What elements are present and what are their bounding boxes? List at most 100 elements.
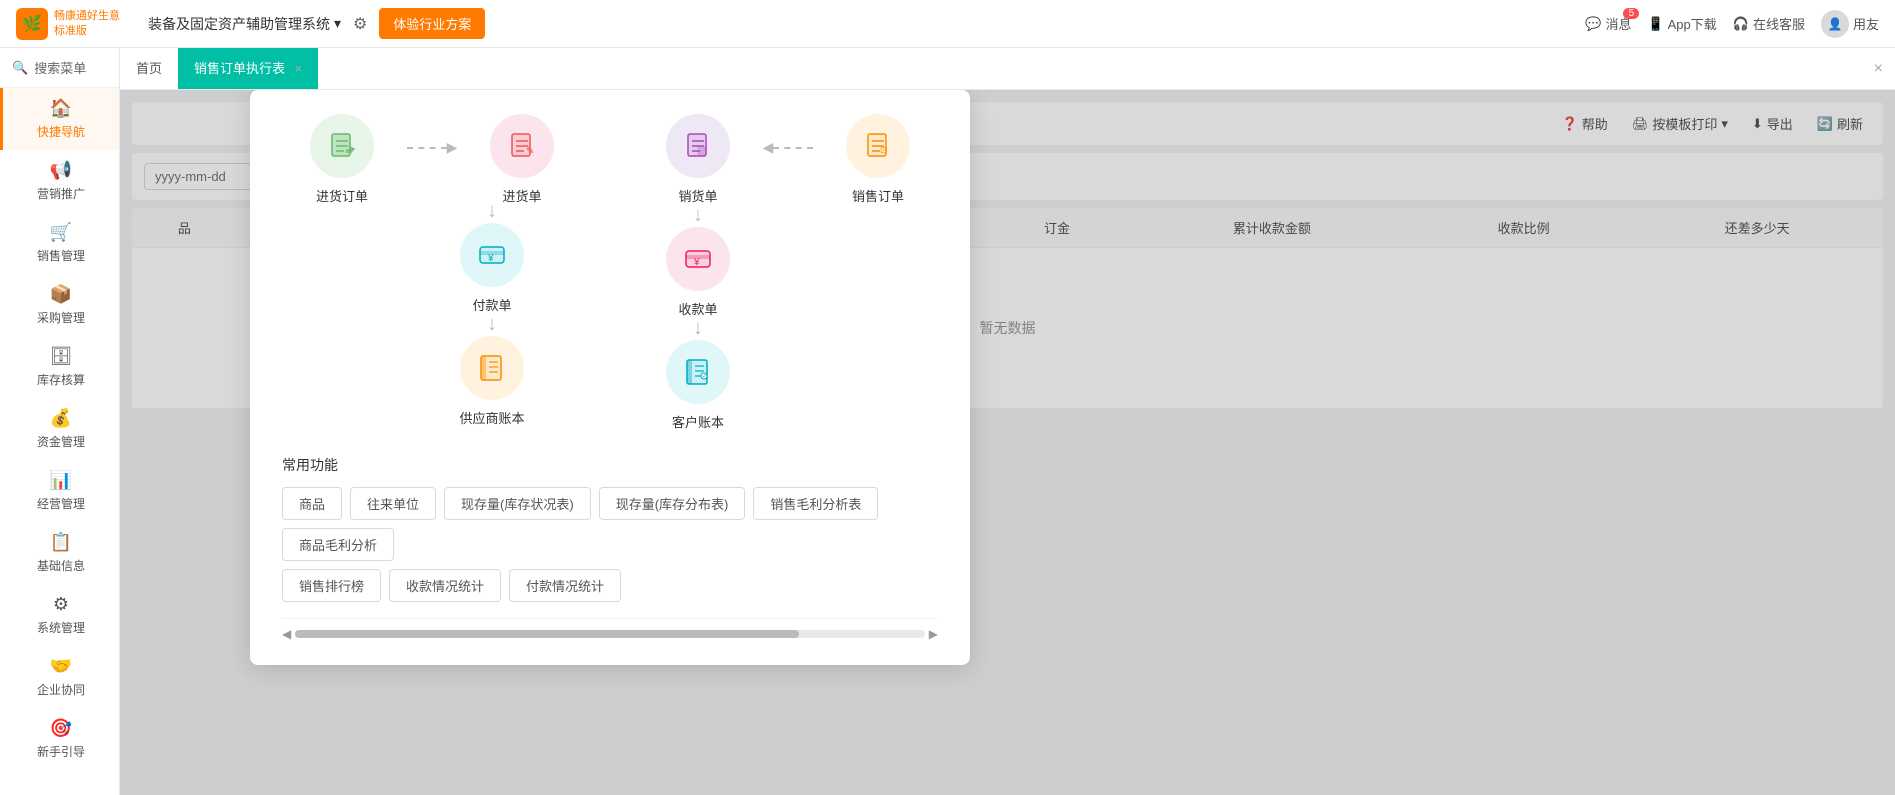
scroll-left-arrow[interactable]: ◀ [282, 627, 291, 641]
marketing-icon: 📢 [50, 160, 72, 181]
topbar: 🌿 畅康通好生意 标准版 装备及固定资产辅助管理系统 ▾ ⚙ 体验行业方案 💬 … [0, 0, 1895, 48]
purchase-order-label: 进货订单 [316, 186, 368, 205]
scroll-thumb [295, 630, 799, 638]
svg-text:¥: ¥ [487, 253, 494, 264]
flow-item-receipt[interactable]: ¥ 收款单 [638, 227, 758, 318]
quick-nav-icon: 🏠 [50, 98, 72, 119]
sales-bill-icon [666, 114, 730, 178]
sidebar-item-inventory[interactable]: 🗄 库存核算 [0, 336, 119, 398]
enterprise-icon: 🤝 [50, 656, 72, 677]
user-action[interactable]: 👤 用友 [1821, 10, 1879, 38]
sidebar-search[interactable]: 🔍 搜索菜单 [0, 48, 119, 88]
flow-item-payment[interactable]: ¥ 付款单 [432, 223, 552, 314]
tab-close-icon[interactable]: × [295, 61, 303, 76]
purchase-order-icon [310, 114, 374, 178]
sidebar: 🔍 搜索菜单 🏠 快捷导航 📢 营销推广 🛒 销售管理 📦 采购管理 🗄 库存核… [0, 48, 120, 795]
payment-icon: ¥ [460, 223, 524, 287]
btn-product[interactable]: 商品 [282, 487, 342, 520]
logo: 🌿 畅康通好生意 标准版 [16, 8, 136, 40]
sidebar-item-new-guide[interactable]: 🎯 新手引导 [0, 708, 119, 770]
arrow-left-icon: ◀ [763, 139, 774, 156]
logo-icon: 🌿 [16, 8, 48, 40]
arrow-sales-bill-to-order: ◀ [758, 139, 818, 180]
logo-text: 畅康通好生意 标准版 [54, 9, 120, 38]
common-functions-section: 常用功能 商品 往来单位 现存量(库存状况表) 现存量(库存分布表) 销售毛利分… [282, 455, 938, 602]
arrow-purchase-order-to-bill: ▶ [402, 139, 462, 180]
avatar: 👤 [1821, 10, 1849, 38]
svg-text:¥: ¥ [693, 257, 700, 268]
sidebar-item-basic-info[interactable]: 📋 基础信息 [0, 522, 119, 584]
flow-item-supplier-ledger[interactable]: 供应商账本 [432, 336, 552, 427]
down-arrow-purchase: ↓ [487, 201, 497, 221]
scroll-track[interactable] [295, 630, 925, 638]
topbar-actions: 💬 消息 5 📱 App下载 🎧 在线客服 👤 用友 [1585, 10, 1879, 38]
down-arrow-payment: ↓ [487, 314, 497, 334]
flow-item-purchase-bill[interactable]: ✎ 进货单 [462, 114, 582, 205]
tab-sales-order[interactable]: 销售订单执行表 × [178, 48, 318, 89]
btn-product-margin[interactable]: 商品毛利分析 [282, 528, 394, 561]
btn-payment-stats[interactable]: 付款情况统计 [509, 569, 621, 602]
btn-receipt-stats[interactable]: 收款情况统计 [389, 569, 501, 602]
online-service-action[interactable]: 🎧 在线客服 [1733, 14, 1805, 33]
btn-sales-ranking[interactable]: 销售排行榜 [282, 569, 381, 602]
sales-bill-label: 销货单 [678, 186, 717, 205]
common-buttons-row: 商品 往来单位 现存量(库存状况表) 现存量(库存分布表) 销售毛利分析表 商品… [282, 487, 938, 561]
message-action[interactable]: 💬 消息 5 [1585, 14, 1631, 33]
tab-home[interactable]: 首页 [120, 48, 178, 89]
quick-nav-modal: 进货订单 ▶ [250, 90, 970, 665]
sidebar-item-enterprise[interactable]: 🤝 企业协同 [0, 646, 119, 708]
receipt-label: 收款单 [678, 299, 717, 318]
chevron-down-icon: ▾ [334, 15, 341, 32]
sidebar-item-quick-nav[interactable]: 🏠 快捷导航 [0, 88, 119, 150]
btn-inventory-dist[interactable]: 现存量(库存分布表) [599, 487, 746, 520]
new-guide-icon: 🎯 [50, 718, 72, 739]
flow-item-sales-bill[interactable]: 销货单 [638, 114, 758, 205]
btn-sales-margin[interactable]: 销售毛利分析表 [753, 487, 878, 520]
flow-item-purchase-order[interactable]: 进货订单 [282, 114, 402, 205]
sidebar-item-purchase[interactable]: 📦 采购管理 [0, 274, 119, 336]
message-badge: 5 [1623, 8, 1639, 19]
close-all-tabs-button[interactable]: × [1862, 60, 1895, 78]
basic-info-icon: 📋 [50, 532, 72, 553]
purchase-bill-icon: ✎ [490, 114, 554, 178]
sidebar-item-system[interactable]: ⚙ 系统管理 [0, 584, 119, 646]
app-download-action[interactable]: 📱 App下载 [1647, 14, 1716, 33]
sales-order-icon: ⊡ [846, 114, 910, 178]
svg-text:✎: ✎ [526, 146, 534, 157]
sidebar-item-operation[interactable]: 📊 经营管理 [0, 460, 119, 522]
settings-icon-button[interactable]: ⚙ [353, 14, 367, 34]
main-area: 首页 销售订单执行表 × × ❓ 帮助 🖨 按模板打 [120, 48, 1895, 795]
modal-scrollbar: ◀ ▶ [282, 618, 938, 641]
flow-item-customer-ledger[interactable]: ✓ 客户账本 [638, 340, 758, 431]
headset-icon: 🎧 [1733, 16, 1749, 32]
svg-text:✓: ✓ [702, 374, 707, 380]
sales-order-label: 销售订单 [852, 186, 904, 205]
flow-item-sales-order[interactable]: ⊡ 销售订单 [818, 114, 938, 205]
payment-label: 付款单 [472, 295, 511, 314]
experience-button[interactable]: 体验行业方案 [379, 8, 485, 39]
sidebar-item-sales[interactable]: 🛒 销售管理 [0, 212, 119, 274]
common-buttons-row2: 销售排行榜 收款情况统计 付款情况统计 [282, 569, 938, 602]
down-arrow-sales: ↓ [693, 205, 703, 225]
search-icon: 🔍 [12, 60, 28, 76]
scroll-right-arrow[interactable]: ▶ [929, 627, 938, 641]
inventory-icon: 🗄 [50, 346, 73, 367]
sidebar-item-finance[interactable]: 💰 资金管理 [0, 398, 119, 460]
sidebar-item-marketing[interactable]: 📢 营销推广 [0, 150, 119, 212]
customer-ledger-icon: ✓ [666, 340, 730, 404]
system-title-dropdown[interactable]: 装备及固定资产辅助管理系统 ▾ [148, 14, 341, 34]
phone-icon: 📱 [1647, 16, 1663, 32]
supplier-ledger-icon [460, 336, 524, 400]
down-arrow-receipt: ↓ [693, 318, 703, 338]
supplier-ledger-label: 供应商账本 [459, 408, 524, 427]
flow-diagram: 进货订单 ▶ [282, 114, 938, 431]
tabbar: 首页 销售订单执行表 × × [120, 48, 1895, 90]
message-icon: 💬 [1585, 16, 1601, 32]
btn-inventory-status[interactable]: 现存量(库存状况表) [444, 487, 591, 520]
btn-counterpart[interactable]: 往来单位 [350, 487, 436, 520]
page-content: ❓ 帮助 🖨 按模板打印 ▾ ⬇ 导出 🔄 刷新 [120, 90, 1895, 795]
common-functions-title: 常用功能 [282, 455, 938, 475]
arrow-right-icon: ▶ [447, 139, 458, 156]
layout: 🔍 搜索菜单 🏠 快捷导航 📢 营销推广 🛒 销售管理 📦 采购管理 🗄 库存核… [0, 48, 1895, 795]
modal-overlay: 进货订单 ▶ [120, 90, 1895, 795]
